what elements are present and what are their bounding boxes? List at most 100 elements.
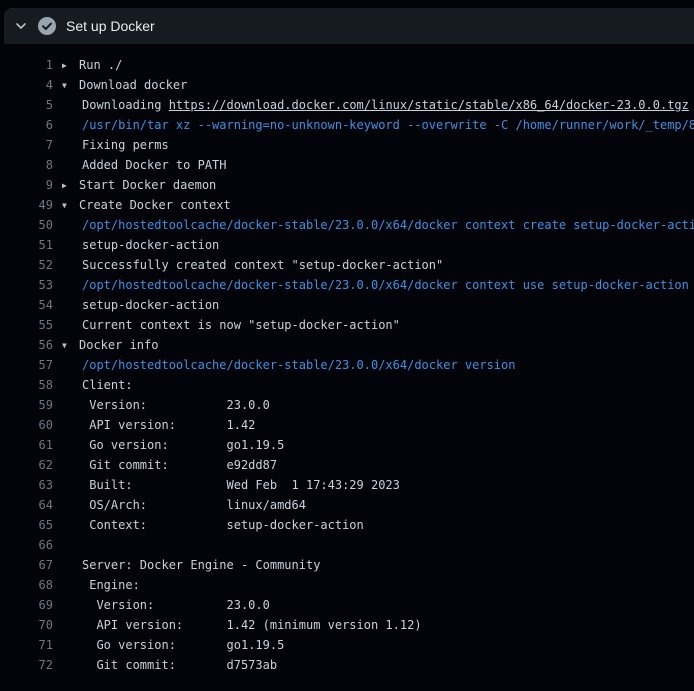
- log-line: 6/usr/bin/tar xz --warning=no-unknown-ke…: [0, 115, 694, 135]
- line-number[interactable]: 58: [0, 375, 53, 395]
- log-text: Current context is now "setup-docker-act…: [82, 318, 400, 332]
- log-text: Downloading: [82, 98, 169, 112]
- log-line[interactable]: 9▶Start Docker daemon: [0, 175, 694, 195]
- line-number[interactable]: 55: [0, 315, 53, 335]
- check-circle-icon: [38, 17, 56, 35]
- log-line-body: Git commit: d7573ab: [53, 655, 694, 675]
- line-number[interactable]: 59: [0, 395, 53, 415]
- line-number[interactable]: 62: [0, 455, 53, 475]
- line-number[interactable]: 49: [0, 195, 53, 215]
- log-line-body: Git commit: e92dd87: [53, 455, 694, 475]
- line-number[interactable]: 66: [0, 535, 53, 555]
- chevron-down-icon[interactable]: [4, 8, 38, 44]
- log-line: 64 OS/Arch: linux/amd64: [0, 495, 694, 515]
- line-number[interactable]: 60: [0, 415, 53, 435]
- log-line-body: /opt/hostedtoolcache/docker-stable/23.0.…: [53, 215, 694, 235]
- log-line: 58 Client:: [0, 375, 694, 395]
- line-number[interactable]: 7: [0, 135, 53, 155]
- line-number[interactable]: 8: [0, 155, 53, 175]
- log-line: 69 Version: 23.0.0: [0, 595, 694, 615]
- log-line: 65 Context: setup-docker-action: [0, 515, 694, 535]
- log-text: Go version: go1.19.5: [82, 438, 284, 452]
- log-link[interactable]: https://download.docker.com/linux/static…: [169, 98, 689, 112]
- log-text: API version: 1.42: [82, 418, 255, 432]
- log-line[interactable]: 56▼Docker info: [0, 335, 694, 355]
- line-number[interactable]: 6: [0, 115, 53, 135]
- log-group-title: Run ./: [79, 58, 122, 72]
- line-number[interactable]: 4: [0, 75, 53, 95]
- log-text: Git commit: e92dd87: [82, 458, 277, 472]
- line-number[interactable]: 65: [0, 515, 53, 535]
- log-text: Server: Docker Engine - Community: [82, 558, 320, 572]
- log-text: setup-docker-action: [82, 238, 219, 252]
- log-group-row[interactable]: ▼Docker info: [53, 335, 694, 355]
- log-line-body: Current context is now "setup-docker-act…: [53, 315, 694, 335]
- triangle-down-icon[interactable]: ▼: [62, 196, 79, 215]
- log-line-body: [53, 535, 694, 555]
- log-line: 7 Fixing perms: [0, 135, 694, 155]
- triangle-down-icon[interactable]: ▼: [62, 336, 79, 355]
- log-line[interactable]: 4▼Download docker: [0, 75, 694, 95]
- line-number[interactable]: 1: [0, 55, 53, 75]
- step-title: Set up Docker: [66, 18, 155, 34]
- log-text: Client:: [82, 378, 133, 392]
- log-line: 62 Git commit: e92dd87: [0, 455, 694, 475]
- log-line: 70 API version: 1.42 (minimum version 1.…: [0, 615, 694, 635]
- step-header-set-up-docker[interactable]: Set up Docker: [4, 8, 694, 44]
- log-group-title: Start Docker daemon: [79, 178, 216, 192]
- log-line: 55 Current context is now "setup-docker-a…: [0, 315, 694, 335]
- line-number[interactable]: 68: [0, 575, 53, 595]
- triangle-right-icon[interactable]: ▶: [62, 176, 79, 195]
- log-line-body: Added Docker to PATH: [53, 155, 694, 175]
- line-number[interactable]: 54: [0, 295, 53, 315]
- log-line-body: /usr/bin/tar xz --warning=no-unknown-key…: [53, 115, 694, 135]
- chevron-down-glyph: [15, 20, 27, 32]
- log-group-title: Docker info: [79, 338, 158, 352]
- log-text: Engine:: [82, 578, 140, 592]
- log-line-body: /opt/hostedtoolcache/docker-stable/23.0.…: [53, 275, 694, 295]
- log-command-text: /opt/hostedtoolcache/docker-stable/23.0.…: [82, 358, 515, 372]
- log-line: 61 Go version: go1.19.5: [0, 435, 694, 455]
- log-line-body: setup-docker-action: [53, 235, 694, 255]
- line-number[interactable]: 51: [0, 235, 53, 255]
- triangle-right-icon[interactable]: ▶: [62, 56, 79, 75]
- log-command-text: /opt/hostedtoolcache/docker-stable/23.0.…: [82, 278, 689, 292]
- line-number[interactable]: 9: [0, 175, 53, 195]
- log-group-row[interactable]: ▼Create Docker context: [53, 195, 694, 215]
- log-text: Fixing perms: [82, 138, 169, 152]
- line-number[interactable]: 61: [0, 435, 53, 455]
- log-text: Version: 23.0.0: [82, 598, 270, 612]
- line-number[interactable]: 69: [0, 595, 53, 615]
- line-number[interactable]: 5: [0, 95, 53, 115]
- triangle-down-icon[interactable]: ▼: [62, 76, 79, 95]
- line-number[interactable]: 57: [0, 355, 53, 375]
- log-text: Context: setup-docker-action: [82, 518, 364, 532]
- line-number[interactable]: 72: [0, 655, 53, 675]
- line-number[interactable]: 67: [0, 555, 53, 575]
- log-line-body: Downloading https://download.docker.com/…: [53, 95, 694, 115]
- log-line-body: Successfully created context "setup-dock…: [53, 255, 694, 275]
- log-line-body: API version: 1.42 (minimum version 1.12): [53, 615, 694, 635]
- line-number[interactable]: 64: [0, 495, 53, 515]
- log-line-body: Version: 23.0.0: [53, 395, 694, 415]
- log-group-row[interactable]: ▼Download docker: [53, 75, 694, 95]
- log-group-row[interactable]: ▶Start Docker daemon: [53, 175, 694, 195]
- line-number[interactable]: 63: [0, 475, 53, 495]
- log-line-body: Go version: go1.19.5: [53, 635, 694, 655]
- log-text: Successfully created context "setup-dock…: [82, 258, 443, 272]
- log-line-body: Go version: go1.19.5: [53, 435, 694, 455]
- log-line: 53/opt/hostedtoolcache/docker-stable/23.…: [0, 275, 694, 295]
- line-number[interactable]: 56: [0, 335, 53, 355]
- log-line[interactable]: 49▼Create Docker context: [0, 195, 694, 215]
- log-text: API version: 1.42 (minimum version 1.12): [82, 618, 422, 632]
- line-number[interactable]: 53: [0, 275, 53, 295]
- log-text: Go version: go1.19.5: [82, 638, 284, 652]
- log-line-body: OS/Arch: linux/amd64: [53, 495, 694, 515]
- line-number[interactable]: 50: [0, 215, 53, 235]
- log-group-row[interactable]: ▶Run ./: [53, 55, 694, 75]
- line-number[interactable]: 71: [0, 635, 53, 655]
- log-line[interactable]: 1▶Run ./: [0, 55, 694, 75]
- line-number[interactable]: 52: [0, 255, 53, 275]
- log-command-text: /usr/bin/tar xz --warning=no-unknown-key…: [82, 118, 694, 132]
- line-number[interactable]: 70: [0, 615, 53, 635]
